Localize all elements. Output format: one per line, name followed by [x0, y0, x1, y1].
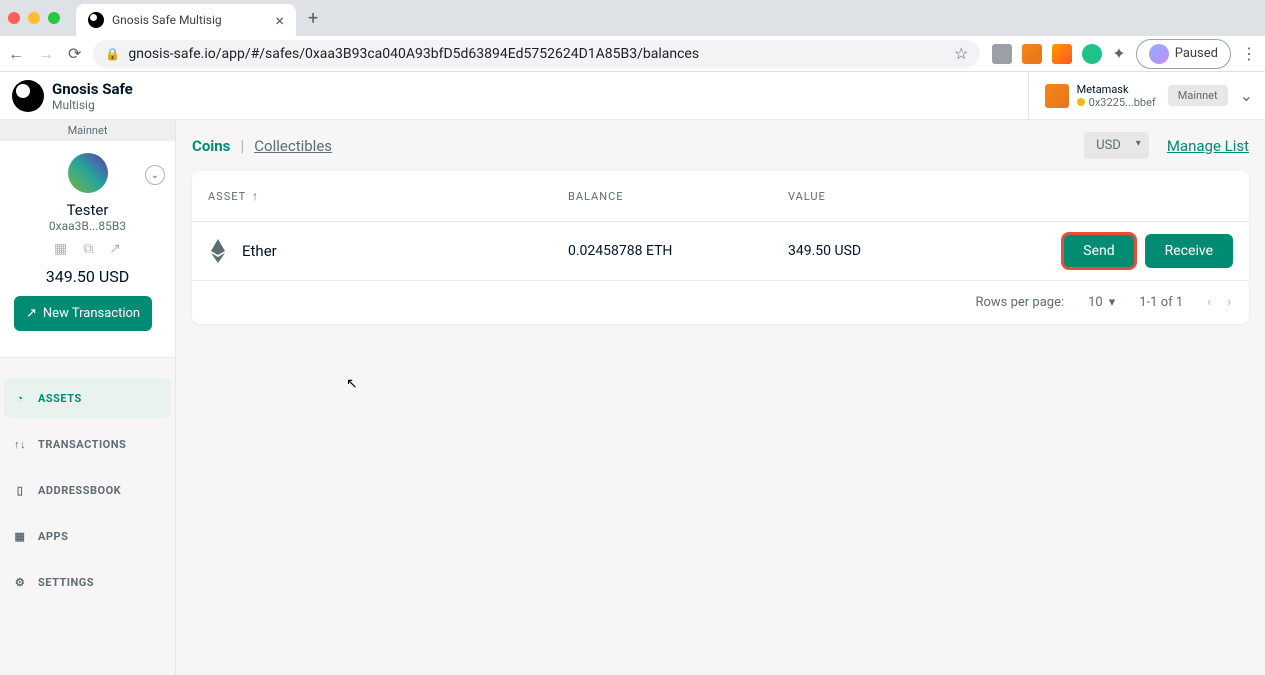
- table-header: ASSET ↑ BALANCE VALUE: [192, 171, 1249, 222]
- address-bar[interactable]: 🔒 gnosis-safe.io/app/#/safes/0xaa3B93ca0…: [93, 40, 980, 68]
- safe-address: 0xaa3B...85B3: [8, 219, 167, 233]
- tab-coins[interactable]: Coins: [192, 137, 230, 155]
- wallet-widget: Metamask 0x3225...bbef Mainnet ⌄: [1028, 72, 1253, 119]
- asset-cell: Ether: [208, 241, 568, 261]
- send-button[interactable]: Send: [1063, 234, 1134, 268]
- col-asset[interactable]: ASSET ↑: [208, 189, 568, 203]
- wallet-info[interactable]: Metamask 0x3225...bbef: [1045, 83, 1156, 109]
- tab-separator: |: [240, 136, 244, 155]
- tab-collectibles[interactable]: Collectibles: [254, 137, 332, 155]
- dropdown-arrow-icon: ▾: [1109, 295, 1116, 310]
- asset-name: Ether: [242, 242, 277, 260]
- currency-select[interactable]: USD: [1084, 132, 1149, 159]
- metamask-icon: [1045, 84, 1069, 108]
- manage-list-link[interactable]: Manage List: [1167, 137, 1249, 155]
- logo-subtitle: Multisig: [52, 98, 133, 112]
- nav-list: ◔ ASSETS ↑↓ TRANSACTIONS ▯ ADDRESSBOOK ▦…: [0, 358, 175, 608]
- sidebar: Mainnet ⌄ Tester 0xaa3B...85B3 ▦ ⧉ ↗ 349…: [0, 120, 176, 675]
- nav-transactions[interactable]: ↑↓ TRANSACTIONS: [4, 424, 171, 464]
- tab-title: Gnosis Safe Multisig: [112, 13, 267, 27]
- chevron-down-icon[interactable]: ⌄: [1240, 86, 1253, 105]
- bookmark-icon[interactable]: ☆: [954, 44, 968, 63]
- rows-per-page-select[interactable]: 10 ▾: [1088, 295, 1115, 310]
- app-header: Gnosis Safe Multisig Metamask 0x3225...b…: [0, 72, 1265, 120]
- transactions-icon: ↑↓: [12, 436, 28, 452]
- page-range: 1-1 of 1: [1139, 295, 1183, 310]
- nav-apps[interactable]: ▦ APPS: [4, 516, 171, 556]
- value-cell: 349.50 USD: [788, 243, 1048, 259]
- sort-arrow-icon: ↑: [252, 189, 259, 203]
- qr-icon[interactable]: ▦: [54, 241, 67, 257]
- new-tab-button[interactable]: +: [308, 8, 318, 29]
- next-page-button[interactable]: ›: [1227, 295, 1231, 310]
- table-row: Ether 0.02458788 ETH 349.50 USD Send Rec…: [192, 222, 1249, 281]
- profile-avatar-icon: [1149, 44, 1169, 64]
- maximize-window-icon[interactable]: [48, 12, 60, 24]
- col-value[interactable]: VALUE: [788, 189, 1048, 203]
- extensions-menu-icon[interactable]: ✦: [1112, 44, 1125, 63]
- table-footer: Rows per page: 10 ▾ 1-1 of 1 ‹ ›: [192, 281, 1249, 324]
- lock-icon: 🔒: [105, 47, 120, 61]
- assets-icon: ◔: [12, 390, 28, 406]
- balance-cell: 0.02458788 ETH: [568, 243, 788, 259]
- browser-toolbar: ← → ⟳ 🔒 gnosis-safe.io/app/#/safes/0xaa3…: [0, 36, 1265, 72]
- ether-icon: [208, 241, 228, 261]
- nav-settings[interactable]: ⚙ SETTINGS: [4, 562, 171, 602]
- safe-name: Tester: [8, 201, 167, 219]
- asset-tabs: Coins | Collectibles USD Manage List: [192, 120, 1249, 171]
- wallet-address: 0x3225...bbef: [1077, 96, 1156, 109]
- rows-per-page-label: Rows per page:: [975, 295, 1064, 310]
- close-window-icon[interactable]: [8, 12, 20, 24]
- safe-balance: 349.50 USD: [8, 267, 167, 286]
- chain-dot-icon: [1077, 98, 1085, 106]
- minimize-window-icon[interactable]: [28, 12, 40, 24]
- close-tab-icon[interactable]: ×: [275, 11, 284, 30]
- browser-tab-strip: Gnosis Safe Multisig × +: [0, 0, 1265, 36]
- extension-icon[interactable]: [992, 44, 1012, 64]
- browser-tab[interactable]: Gnosis Safe Multisig ×: [76, 4, 296, 36]
- logo-title: Gnosis Safe: [52, 80, 133, 98]
- sidebar-network-label: Mainnet: [0, 120, 175, 141]
- arrow-icon: ↗: [26, 306, 37, 321]
- main-content: Coins | Collectibles USD Manage List ASS…: [176, 120, 1265, 675]
- apps-icon: ▦: [12, 528, 28, 544]
- logo[interactable]: Gnosis Safe Multisig: [12, 80, 133, 112]
- receive-button[interactable]: Receive: [1145, 234, 1233, 268]
- wallet-name: Metamask: [1077, 83, 1156, 96]
- network-badge: Mainnet: [1168, 85, 1228, 106]
- nav-buttons: ← → ⟳: [8, 44, 81, 64]
- browser-menu-icon[interactable]: ⋮: [1241, 44, 1257, 63]
- paused-label: Paused: [1175, 46, 1218, 61]
- nav-assets[interactable]: ◔ ASSETS: [4, 378, 171, 418]
- new-transaction-button[interactable]: ↗ New Transaction: [14, 296, 152, 331]
- window-controls: [8, 12, 60, 24]
- prev-page-button[interactable]: ‹: [1207, 295, 1211, 310]
- settings-icon: ⚙: [12, 574, 28, 590]
- reload-button[interactable]: ⟳: [68, 44, 81, 64]
- col-balance[interactable]: BALANCE: [568, 189, 788, 203]
- safe-expand-button[interactable]: ⌄: [145, 165, 165, 185]
- back-button[interactable]: ←: [8, 44, 24, 64]
- profile-paused-button[interactable]: Paused: [1136, 39, 1231, 69]
- favicon-icon: [88, 12, 104, 28]
- logo-icon: [12, 80, 44, 112]
- nav-addressbook[interactable]: ▯ ADDRESSBOOK: [4, 470, 171, 510]
- extension-icon[interactable]: [1082, 44, 1102, 64]
- copy-icon[interactable]: ⧉: [83, 241, 93, 257]
- url-text: gnosis-safe.io/app/#/safes/0xaa3B93ca040…: [128, 46, 946, 62]
- external-link-icon[interactable]: ↗: [109, 241, 121, 257]
- extension-icon[interactable]: [1052, 44, 1072, 64]
- metamask-extension-icon[interactable]: [1022, 44, 1042, 64]
- addressbook-icon: ▯: [12, 482, 28, 498]
- forward-button[interactable]: →: [38, 44, 54, 64]
- assets-table: ASSET ↑ BALANCE VALUE Ether 0.02458788 E…: [192, 171, 1249, 324]
- safe-info-card: ⌄ Tester 0xaa3B...85B3 ▦ ⧉ ↗ 349.50 USD …: [0, 141, 175, 358]
- safe-avatar-icon: [68, 153, 108, 193]
- extension-icons: ✦ Paused ⋮: [992, 39, 1257, 69]
